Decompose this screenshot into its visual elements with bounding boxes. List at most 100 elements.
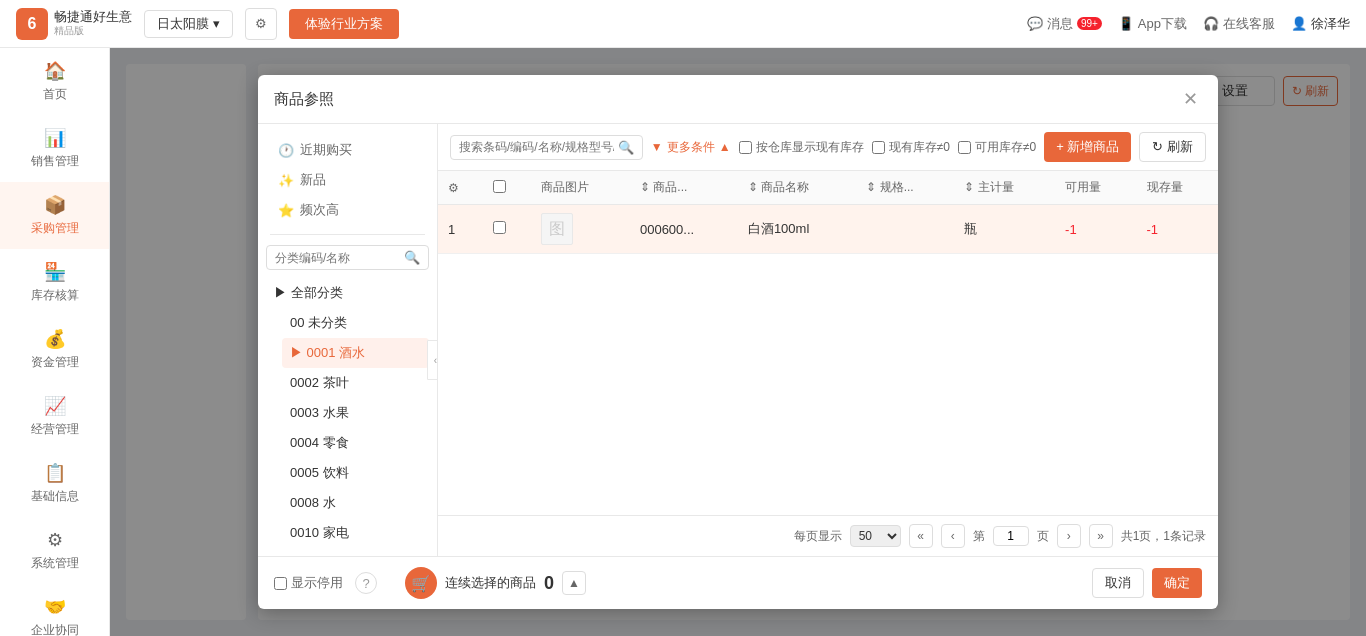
checkbox-available[interactable]: 可用库存≠0	[958, 139, 1036, 156]
page-label: 第	[973, 528, 985, 545]
category-item-all[interactable]: ▶ 全部分类	[266, 278, 429, 308]
app-download-btn[interactable]: 📱 App下载	[1118, 15, 1187, 33]
sidebar-label-system: 系统管理	[31, 555, 79, 572]
sidebar-item-inventory[interactable]: 🏪 库存核算	[0, 249, 109, 316]
category-item-water[interactable]: 0008 水	[282, 488, 429, 518]
total-info: 共1页，1条记录	[1121, 528, 1206, 545]
page-size-select[interactable]: 50 100 200	[850, 525, 901, 547]
last-page-button[interactable]: »	[1089, 524, 1113, 548]
logo: 6 畅捷通好生意 精品版	[16, 8, 132, 40]
sidebar-item-operations[interactable]: 📈 经营管理	[0, 383, 109, 450]
sidebar-item-system[interactable]: ⚙ 系统管理	[0, 517, 109, 584]
confirm-button[interactable]: 确定	[1152, 568, 1202, 598]
sidebar-item-finance[interactable]: 💰 资金管理	[0, 316, 109, 383]
refresh-button[interactable]: ↻ 刷新	[1139, 132, 1206, 162]
sort-icon-spec: ⇕	[866, 180, 876, 194]
sidebar-label-finance: 资金管理	[31, 354, 79, 371]
add-product-button[interactable]: + 新增商品	[1044, 132, 1131, 162]
category-search-input[interactable]	[275, 251, 400, 265]
checkbox-warehouse[interactable]: 按仓库显示现有库存	[739, 139, 864, 156]
logo-line2: 精品版	[54, 24, 132, 38]
sidebar-item-enterprise[interactable]: 🤝 企业协同	[0, 584, 109, 636]
online-service-label: 在线客服	[1223, 15, 1275, 33]
prev-page-button[interactable]: ‹	[941, 524, 965, 548]
col-code[interactable]: ⇕ 商品...	[630, 171, 738, 205]
messages-btn[interactable]: 💬 消息 99+	[1027, 15, 1102, 33]
product-reference-modal: 商品参照 ✕ 🕐 近期购买 ✨	[258, 75, 1218, 609]
filter-button[interactable]: ▼ 更多条件 ▲	[651, 139, 731, 156]
new-icon: ✨	[278, 173, 294, 188]
cancel-button[interactable]: 取消	[1092, 568, 1144, 598]
modal-header: 商品参照 ✕	[258, 75, 1218, 124]
available-checkbox[interactable]	[958, 141, 971, 154]
trial-btn[interactable]: 体验行业方案	[289, 9, 399, 39]
category-search-icon: 🔍	[404, 250, 420, 265]
messages-badge: 99+	[1077, 17, 1102, 30]
user-avatar[interactable]: 👤 徐泽华	[1291, 15, 1350, 33]
logo-icon: 6	[16, 8, 48, 40]
store-selector[interactable]: 日太阳膜 ▾	[144, 10, 233, 38]
settings-icon[interactable]: ⚙	[245, 8, 277, 40]
quick-label-frequent: 频次高	[300, 201, 339, 219]
category-item-tea[interactable]: 0002 茶叶	[282, 368, 429, 398]
app-download-label: App下载	[1138, 15, 1187, 33]
basic-info-icon: 📋	[44, 462, 66, 484]
select-all-checkbox[interactable]	[493, 180, 506, 193]
cell-index: 1	[438, 205, 483, 254]
question-icon: ?	[362, 576, 369, 591]
col-name[interactable]: ⇕ 商品名称	[738, 171, 856, 205]
sales-icon: 📊	[44, 127, 66, 149]
next-page-button[interactable]: ›	[1057, 524, 1081, 548]
sidebar-item-purchase[interactable]: 📦 采购管理	[0, 182, 109, 249]
snack-label: 0004 零食	[290, 434, 349, 452]
category-item-unclassified[interactable]: 00 未分类	[282, 308, 429, 338]
frequent-icon: ⭐	[278, 203, 294, 218]
stock-checkbox[interactable]	[872, 141, 885, 154]
category-item-fruit[interactable]: 0003 水果	[282, 398, 429, 428]
quick-item-new[interactable]: ✨ 新品	[270, 166, 425, 194]
category-item-appliance[interactable]: 0010 家电	[282, 518, 429, 548]
product-pagination: 每页显示 50 100 200 « ‹ 第 页 ›	[438, 515, 1218, 556]
cell-checkbox	[483, 205, 531, 254]
first-page-button[interactable]: «	[909, 524, 933, 548]
sidebar-item-basic-info[interactable]: 📋 基础信息	[0, 450, 109, 517]
available-label: 可用库存≠0	[975, 139, 1036, 156]
recent-icon: 🕐	[278, 143, 294, 158]
quick-item-recent[interactable]: 🕐 近期购买	[270, 136, 425, 164]
cart-icon[interactable]: 🛒	[405, 567, 437, 599]
modal-overlay: 商品参照 ✕ 🕐 近期购买 ✨	[110, 48, 1366, 636]
product-search-input[interactable]	[459, 140, 614, 154]
chevron-down-icon: ▾	[213, 16, 220, 31]
disabled-checkbox[interactable]	[274, 577, 287, 590]
modal-close-button[interactable]: ✕	[1178, 87, 1202, 111]
col-unit[interactable]: ⇕ 主计量	[954, 171, 1055, 205]
sidebar-item-home[interactable]: 🏠 首页	[0, 48, 109, 115]
table-row[interactable]: 1 图 000600... 白酒100ml	[438, 205, 1218, 254]
category-item-snack[interactable]: 0004 零食	[282, 428, 429, 458]
modal-body: 🕐 近期购买 ✨ 新品 ⭐ 频次高	[258, 124, 1218, 556]
product-image: 图	[541, 213, 573, 245]
row-checkbox[interactable]	[493, 221, 506, 234]
sidebar-label-enterprise: 企业协同	[31, 622, 79, 636]
checkbox-stock[interactable]: 现有库存≠0	[872, 139, 950, 156]
show-disabled-label: 显示停用	[291, 574, 343, 592]
category-collapse-button[interactable]: ‹‹	[427, 340, 438, 380]
show-disabled-checkbox[interactable]: 显示停用	[274, 574, 343, 592]
sidebar-item-sales[interactable]: 📊 销售管理	[0, 115, 109, 182]
product-search-bar[interactable]: 🔍	[450, 135, 643, 160]
category-search[interactable]: 🔍	[266, 245, 429, 270]
help-button[interactable]: ?	[355, 572, 377, 594]
page-number-input[interactable]	[993, 526, 1029, 546]
products-table: ⚙ 商品图片 ⇕ 商品...	[438, 171, 1218, 254]
category-item-liquor[interactable]: ▶ 0001 酒水	[282, 338, 429, 368]
main-layout: 🏠 首页 📊 销售管理 📦 采购管理 🏪 库存核算 💰 资金管理 📈 经营管理 …	[0, 48, 1366, 636]
col-spec[interactable]: ⇕ 规格...	[856, 171, 954, 205]
online-service-btn[interactable]: 🎧 在线客服	[1203, 15, 1275, 33]
warehouse-checkbox[interactable]	[739, 141, 752, 154]
water-label: 0008 水	[290, 494, 336, 512]
message-icon: 💬	[1027, 16, 1043, 31]
category-tree: ▶ 全部分类 00 未分类 ▶ 0001 酒水 0002 茶叶	[258, 278, 437, 548]
cart-collapse-button[interactable]: ▲	[562, 571, 586, 595]
category-item-beverage[interactable]: 0005 饮料	[282, 458, 429, 488]
quick-item-frequent[interactable]: ⭐ 频次高	[270, 196, 425, 224]
